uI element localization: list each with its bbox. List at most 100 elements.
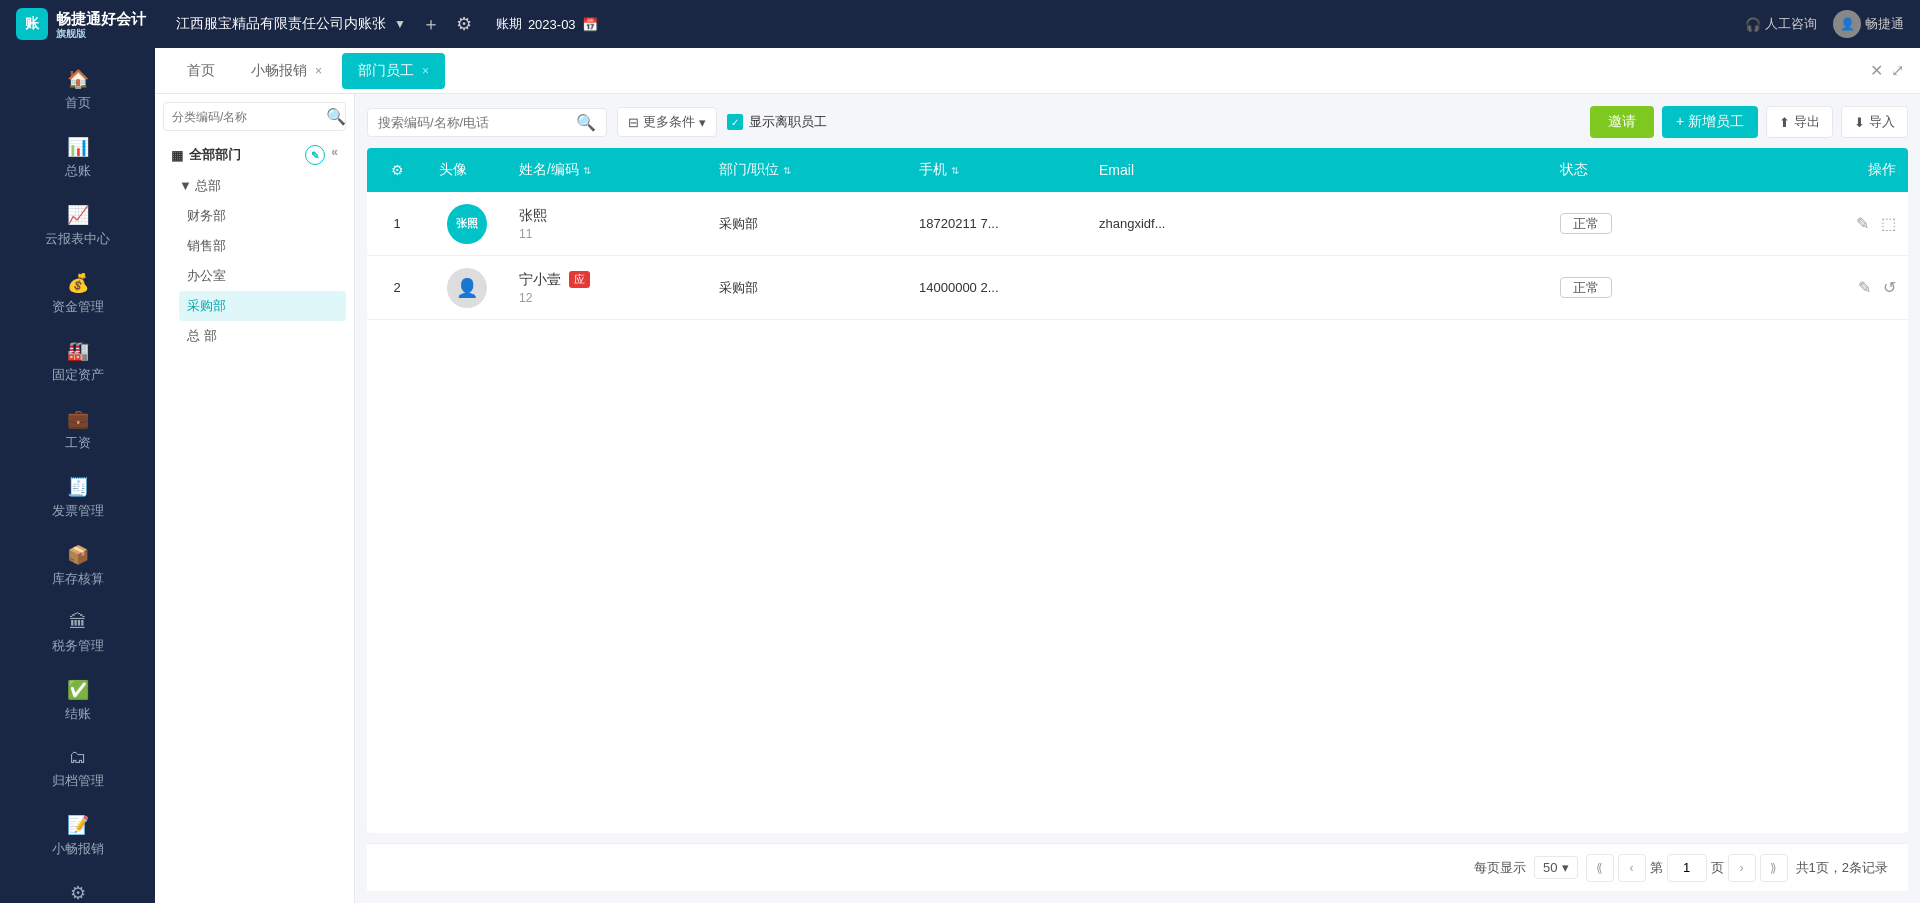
dept-item-hq[interactable]: 总 部 xyxy=(179,321,346,351)
app-logo: 账 畅捷通好会计 旗舰版 xyxy=(16,8,156,41)
per-page-select[interactable]: 50 ▾ xyxy=(1534,856,1577,879)
row2-actions: ✎ ↺ xyxy=(1858,278,1896,297)
export-btn[interactable]: ⬆ 导出 xyxy=(1766,106,1833,138)
tax-icon: 🏛 xyxy=(69,612,87,633)
pagination-bar: 每页显示 50 ▾ ⟪ ‹ 第 页 › ⟫ 共1页，2条记录 xyxy=(367,843,1908,891)
row1-name-cell: 张熙 11 xyxy=(507,207,707,241)
col-name: 姓名/编码 ⇅ xyxy=(507,161,707,179)
tab-bar: 首页 小畅报销 × 部门员工 × ✕ ⤢ xyxy=(155,48,1920,94)
sidebar-item-ledger[interactable]: 📊 总账 xyxy=(0,124,155,192)
dept-add-icon[interactable]: ✎ xyxy=(305,145,325,165)
employee-panel: 🔍 ⊟ 更多条件 ▾ ✓ 显示离职员工 邀请 + 新增员工 xyxy=(355,94,1920,903)
row1-logout-icon[interactable]: ⬚ xyxy=(1881,214,1896,233)
dept-item-purchasing[interactable]: 采购部 xyxy=(179,291,346,321)
prev-page-btn[interactable]: ‹ xyxy=(1618,854,1646,882)
inventory-icon: 📦 xyxy=(67,544,89,566)
tab-employees[interactable]: 部门员工 × xyxy=(342,53,445,89)
sidebar-item-expense[interactable]: 📝 小畅报销 xyxy=(0,802,155,870)
row2-name-info: 宁小壹 应 12 xyxy=(519,271,695,305)
add-employee-btn[interactable]: + 新增员工 xyxy=(1662,106,1758,138)
row2-avatar-cell: 👤 xyxy=(427,268,507,308)
dept-collapse-icon[interactable]: « xyxy=(331,145,338,165)
calendar-icon[interactable]: 📅 xyxy=(582,17,598,32)
col-settings-icon[interactable]: ⚙ xyxy=(383,156,411,184)
user-name: 畅捷通 xyxy=(1865,15,1904,33)
sidebar: 🏠 首页 📊 总账 📈 云报表中心 💰 资金管理 🏭 固定资产 💼 工资 🧾 发… xyxy=(0,48,155,903)
settings-icon[interactable]: ⚙ xyxy=(456,13,472,35)
row2-delete-icon[interactable]: ↺ xyxy=(1883,278,1896,297)
sidebar-item-funds-label: 资金管理 xyxy=(52,298,104,316)
app-name: 畅捷通好会计 xyxy=(56,10,146,27)
col-phone-sort-icon[interactable]: ⇅ xyxy=(951,165,959,176)
company-selector[interactable]: 江西服宝精品有限责任公司内账张 ▼ ＋ ⚙ 账期 2023-03 📅 xyxy=(176,12,1745,36)
sidebar-item-invoice[interactable]: 🧾 发票管理 xyxy=(0,464,155,532)
sidebar-item-inventory-label: 库存核算 xyxy=(52,570,104,588)
tab-expense-close-icon[interactable]: × xyxy=(315,64,322,78)
company-name: 江西服宝精品有限责任公司内账张 xyxy=(176,15,386,33)
tab-employees-close-icon[interactable]: × xyxy=(422,64,429,78)
dept-item-finance[interactable]: 财务部 xyxy=(179,201,346,231)
tab-expense-label: 小畅报销 xyxy=(251,62,307,80)
emp-search-box[interactable]: 🔍 xyxy=(367,108,607,137)
col-dept-sort-icon[interactable]: ⇅ xyxy=(783,165,791,176)
page-label: 第 xyxy=(1650,859,1663,877)
filter-btn[interactable]: ⊟ 更多条件 ▾ xyxy=(617,107,717,137)
sidebar-item-payroll-label: 工资 xyxy=(65,434,91,452)
row2-edit-icon[interactable]: ✎ xyxy=(1858,278,1871,297)
dept-item-general[interactable]: ▼ 总部 xyxy=(171,171,346,201)
sidebar-item-archive[interactable]: 🗂 归档管理 xyxy=(0,735,155,802)
ai-consult-btn[interactable]: 🎧 人工咨询 xyxy=(1745,15,1817,33)
filter-icon: ⊟ xyxy=(628,115,639,130)
sidebar-item-tax[interactable]: 🏛 税务管理 xyxy=(0,600,155,667)
sidebar-item-ledger-label: 总账 xyxy=(65,162,91,180)
col-action-label: 操作 xyxy=(1868,161,1896,179)
row2-phone: 14000000 2... xyxy=(919,280,999,295)
dept-search-input[interactable] xyxy=(172,110,322,124)
first-page-btn[interactable]: ⟪ xyxy=(1586,854,1614,882)
sidebar-item-expense-label: 小畅报销 xyxy=(52,840,104,858)
close-books-icon: ✅ xyxy=(67,679,89,701)
sidebar-item-inventory[interactable]: 📦 库存核算 xyxy=(0,532,155,600)
add-company-icon[interactable]: ＋ xyxy=(422,12,440,36)
row2-code: 12 xyxy=(519,291,695,305)
sidebar-item-home[interactable]: 🏠 首页 xyxy=(0,56,155,124)
show-resigned-checkbox[interactable]: ✓ 显示离职员工 xyxy=(727,113,827,131)
company-dropdown-icon[interactable]: ▼ xyxy=(394,17,406,31)
emp-search-icon[interactable]: 🔍 xyxy=(576,113,596,132)
assets-icon: 🏭 xyxy=(67,340,89,362)
dept-search-box[interactable]: 🔍 xyxy=(163,102,346,131)
col-name-sort-icon[interactable]: ⇅ xyxy=(583,165,591,176)
col-phone: 手机 ⇅ xyxy=(907,161,1087,179)
main-layout: 🏠 首页 📊 总账 📈 云报表中心 💰 资金管理 🏭 固定资产 💼 工资 🧾 发… xyxy=(0,48,1920,903)
row2-name: 宁小壹 xyxy=(519,271,561,289)
row1-phone: 18720211 7... xyxy=(919,216,999,231)
emp-search-input[interactable] xyxy=(378,115,570,130)
period-value: 2023-03 xyxy=(528,17,576,32)
sidebar-item-payroll[interactable]: 💼 工资 xyxy=(0,396,155,464)
dept-all-item[interactable]: ▦ 全部部门 ✎ « xyxy=(163,139,346,171)
row2-action-cell: ✎ ↺ xyxy=(1728,278,1908,297)
dept-item-office[interactable]: 办公室 xyxy=(179,261,346,291)
row1-edit-icon[interactable]: ✎ xyxy=(1856,214,1869,233)
sidebar-item-funds[interactable]: 💰 资金管理 xyxy=(0,260,155,328)
dept-panel: 🔍 ▦ 全部部门 ✎ « ▼ 总部 财务部 销售部 办公室 xyxy=(155,94,355,903)
page-input[interactable] xyxy=(1667,854,1707,882)
next-page-btn[interactable]: › xyxy=(1728,854,1756,882)
topbar-right: 🎧 人工咨询 👤 畅捷通 xyxy=(1745,10,1904,38)
sidebar-item-close-books[interactable]: ✅ 结账 xyxy=(0,667,155,735)
sidebar-item-base-settings[interactable]: ⚙ 基础设置 xyxy=(0,870,155,903)
export-icon: ⬆ xyxy=(1779,115,1790,130)
emp-table: ⚙ 头像 姓名/编码 ⇅ 部门/职位 ⇅ xyxy=(367,148,1908,833)
sidebar-item-assets[interactable]: 🏭 固定资产 xyxy=(0,328,155,396)
invite-btn[interactable]: 邀请 xyxy=(1590,106,1654,138)
tab-close-all-icon[interactable]: ✕ xyxy=(1870,61,1883,80)
tab-expand-icon[interactable]: ⤢ xyxy=(1891,61,1904,80)
tab-expense[interactable]: 小畅报销 × xyxy=(235,53,338,89)
sidebar-item-reports[interactable]: 📈 云报表中心 xyxy=(0,192,155,260)
tab-home[interactable]: 首页 xyxy=(171,53,231,89)
last-page-btn[interactable]: ⟫ xyxy=(1760,854,1788,882)
import-btn[interactable]: ⬇ 导入 xyxy=(1841,106,1908,138)
user-menu[interactable]: 👤 畅捷通 xyxy=(1833,10,1904,38)
dept-search-icon[interactable]: 🔍 xyxy=(326,107,346,126)
dept-item-sales[interactable]: 销售部 xyxy=(179,231,346,261)
